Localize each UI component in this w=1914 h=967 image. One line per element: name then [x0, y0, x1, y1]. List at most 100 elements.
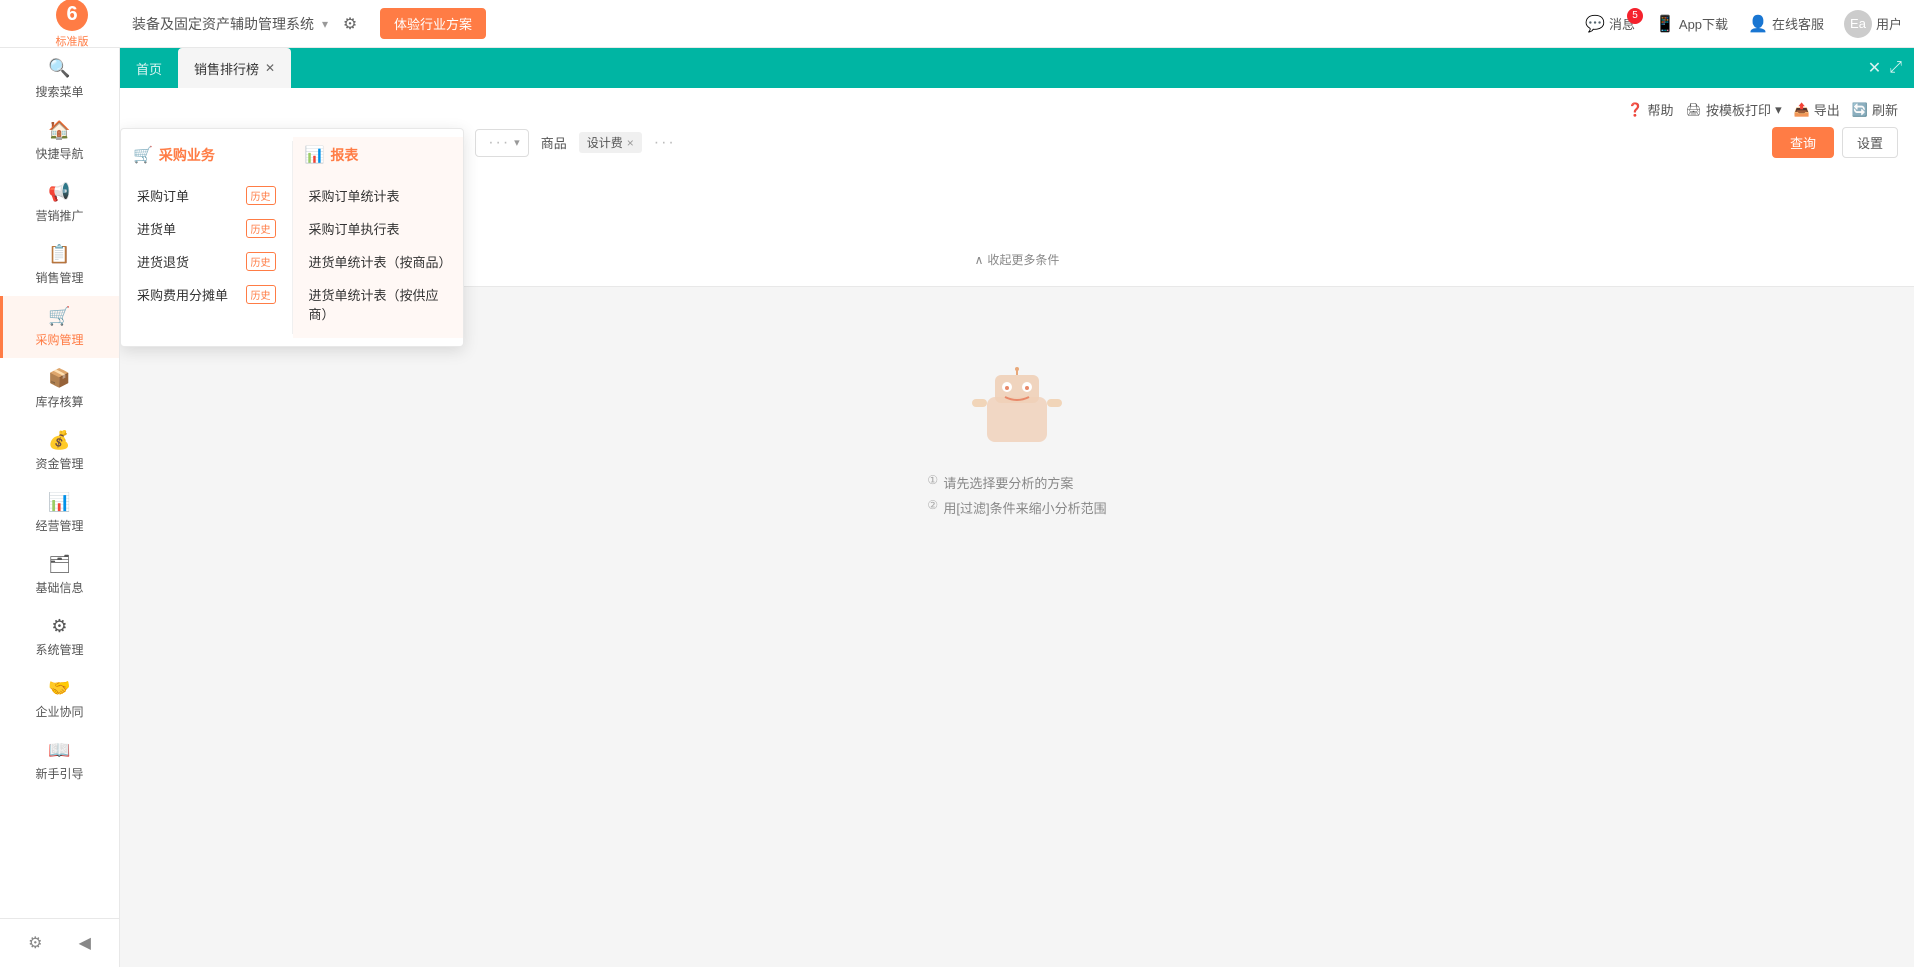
goods-tag-remove[interactable]: × — [627, 136, 634, 150]
purchase-icon: 🛒 — [48, 306, 70, 327]
menu-item-purchase-order-stats[interactable]: 采购订单统计表 — [305, 179, 452, 212]
sidebar-item-enterprise[interactable]: 🤝 企业协同 — [0, 668, 119, 730]
purchase-dropdown-menu: 🛒 采购业务 采购订单 历史 进货单 历史 进货退货 历史 — [120, 128, 464, 347]
logo-text: 标准版 — [56, 33, 89, 49]
tab-close-window-icon[interactable]: ✕ — [1868, 58, 1881, 78]
doc-status-arrow: ▾ — [514, 136, 520, 149]
tab-home-label: 首页 — [136, 59, 162, 78]
sidebar-bottom: ⚙ ◀ — [0, 918, 119, 967]
empty-illustration — [967, 367, 1067, 457]
logo-area: 6 标准版 — [12, 0, 132, 49]
sidebar-item-marketing[interactable]: 📢 营销推广 — [0, 172, 119, 234]
menu-item-inbound-stats-goods[interactable]: 进货单统计表（按商品） — [305, 245, 452, 278]
print-label: 按模板打印 — [1706, 100, 1771, 119]
sidebar-label-system: 系统管理 — [35, 641, 83, 658]
system-icon: ⚙ — [51, 616, 67, 637]
system-title-arrow[interactable]: ▾ — [322, 17, 328, 31]
hist-badge-inbound: 历史 — [246, 219, 276, 238]
report-menu-section: 📊 报表 采购订单统计表 采购订单执行表 进货单统计表（按商品） 进货单统计表（… — [293, 137, 464, 338]
tab-sales-rank-label: 销售排行榜 — [194, 59, 259, 78]
sidebar-label-operations: 经营管理 — [35, 517, 83, 534]
industry-btn[interactable]: 体验行业方案 — [380, 8, 486, 39]
menu-item-purchase-order[interactable]: 采购订单 历史 — [133, 179, 280, 212]
refresh-label: 刷新 — [1872, 100, 1898, 119]
sidebar-item-search-menu[interactable]: 🔍 搜索菜单 — [0, 48, 119, 110]
newbie-icon: 📖 — [48, 740, 70, 761]
message-button[interactable]: 💬 消息 5 — [1585, 14, 1635, 34]
sidebar-item-sales[interactable]: 📋 销售管理 — [0, 234, 119, 296]
tab-expand-icon[interactable]: ⤢ — [1889, 59, 1902, 77]
sidebar-item-basic-info[interactable]: 🗂 基础信息 — [0, 544, 119, 606]
page-content: 🛒 采购业务 采购订单 历史 进货单 历史 进货退货 历史 — [120, 88, 1914, 967]
empty-tip-2: 用[过滤]条件来缩小分析范围 — [927, 498, 1106, 517]
tab-sales-rank[interactable]: 销售排行榜 ✕ — [178, 48, 291, 88]
system-title: 装备及固定资产辅助管理系统 — [132, 14, 314, 34]
app-download-button[interactable]: 📱 App下载 — [1655, 14, 1728, 34]
goods-label: 商品 — [541, 133, 567, 152]
sidebar-collapse-btn[interactable]: ◀ — [75, 929, 95, 957]
sidebar-label-basic-info: 基础信息 — [35, 579, 83, 596]
help-button[interactable]: ❓ 帮助 — [1627, 100, 1673, 119]
header-right: 💬 消息 5 📱 App下载 👤 在线客服 Ea 用户 — [1585, 10, 1902, 38]
online-service-label: 在线客服 — [1772, 14, 1824, 33]
mobile-icon: 📱 — [1655, 14, 1675, 34]
query-button[interactable]: 查询 — [1772, 127, 1834, 158]
print-button[interactable]: 🖨 按模板打印 ▾ — [1686, 100, 1782, 119]
user-area[interactable]: Ea 用户 — [1844, 10, 1902, 38]
hist-badge-purchase-order: 历史 — [246, 186, 276, 205]
refresh-icon: 🔄 — [1852, 102, 1868, 118]
message-badge: 5 — [1627, 8, 1643, 24]
app-download-label: App下载 — [1679, 14, 1728, 33]
menu-item-purchase-expense[interactable]: 采购费用分摊单 历史 — [133, 278, 280, 311]
purchase-section-title: 🛒 采购业务 — [133, 145, 280, 169]
sidebar-item-finance[interactable]: 💰 资金管理 — [0, 420, 119, 482]
user-avatar: Ea — [1844, 10, 1872, 38]
purchase-section-icon: 🛒 — [133, 145, 153, 165]
sidebar-item-purchase[interactable]: 🛒 采购管理 — [0, 296, 119, 358]
menu-item-inbound-stats-supplier[interactable]: 进货单统计表（按供应商） — [305, 278, 452, 330]
export-icon: 📤 — [1794, 102, 1810, 118]
sidebar-item-system[interactable]: ⚙ 系统管理 — [0, 606, 119, 668]
empty-tips: 请先选择要分析的方案 用[过滤]条件来缩小分析范围 — [927, 473, 1106, 523]
goods-tag-text: 设计费 — [587, 134, 623, 151]
sidebar-label-search: 搜索菜单 — [35, 83, 83, 100]
print-arrow: ▾ — [1775, 102, 1782, 118]
collapse-label: 收起更多条件 — [987, 251, 1059, 268]
goods-dots: ··· — [654, 134, 676, 152]
tab-close-icon[interactable]: ✕ — [265, 61, 275, 75]
inventory-icon: 📦 — [48, 368, 70, 389]
sidebar-item-quick-nav[interactable]: 🏠 快捷导航 — [0, 110, 119, 172]
enterprise-icon: 🤝 — [48, 678, 70, 699]
sidebar-label-inventory: 库存核算 — [35, 393, 83, 410]
sidebar: 🔍 搜索菜单 🏠 快捷导航 📢 营销推广 📋 销售管理 🛒 采购管理 📦 库存核… — [0, 48, 120, 967]
menu-item-inbound[interactable]: 进货单 历史 — [133, 212, 280, 245]
purchase-menu-section: 🛒 采购业务 采购订单 历史 进货单 历史 进货退货 历史 — [121, 137, 292, 338]
hist-badge-purchase-expense: 历史 — [246, 285, 276, 304]
doc-status-dots: ··· — [488, 134, 510, 152]
sidebar-label-quick-nav: 快捷导航 — [35, 145, 83, 162]
hist-badge-inbound-return: 历史 — [246, 252, 276, 271]
header-gear-icon[interactable]: ⚙ — [336, 10, 364, 38]
menu-item-purchase-order-exec[interactable]: 采购订单执行表 — [305, 212, 452, 245]
settings-button[interactable]: 设置 — [1842, 127, 1898, 158]
refresh-button[interactable]: 🔄 刷新 — [1852, 100, 1898, 119]
online-service-button[interactable]: 👤 在线客服 — [1748, 14, 1824, 34]
message-icon: 💬 — [1585, 14, 1605, 34]
sidebar-label-sales: 销售管理 — [35, 269, 83, 286]
tab-home[interactable]: 首页 — [120, 48, 178, 88]
sidebar-item-operations[interactable]: 📊 经营管理 — [0, 482, 119, 544]
content-area: 首页 销售排行榜 ✕ ✕ ⤢ 🛒 采购业务 — [120, 48, 1914, 967]
sidebar-item-newbie[interactable]: 📖 新手引导 — [0, 730, 119, 792]
sidebar-item-inventory[interactable]: 📦 库存核算 — [0, 358, 119, 420]
finance-icon: 💰 — [48, 430, 70, 451]
menu-item-inbound-return[interactable]: 进货退货 历史 — [133, 245, 280, 278]
sidebar-label-marketing: 营销推广 — [35, 207, 83, 224]
help-icon: ❓ — [1627, 102, 1643, 118]
export-button[interactable]: 📤 导出 — [1794, 100, 1840, 119]
export-label: 导出 — [1814, 100, 1840, 119]
main-layout: 🔍 搜索菜单 🏠 快捷导航 📢 营销推广 📋 销售管理 🛒 采购管理 📦 库存核… — [0, 48, 1914, 967]
doc-status-select[interactable]: ··· ▾ — [475, 129, 529, 157]
goods-tag: 设计费 × — [579, 132, 642, 153]
sidebar-settings-btn[interactable]: ⚙ — [24, 929, 46, 957]
logo-icon: 6 — [56, 0, 88, 31]
